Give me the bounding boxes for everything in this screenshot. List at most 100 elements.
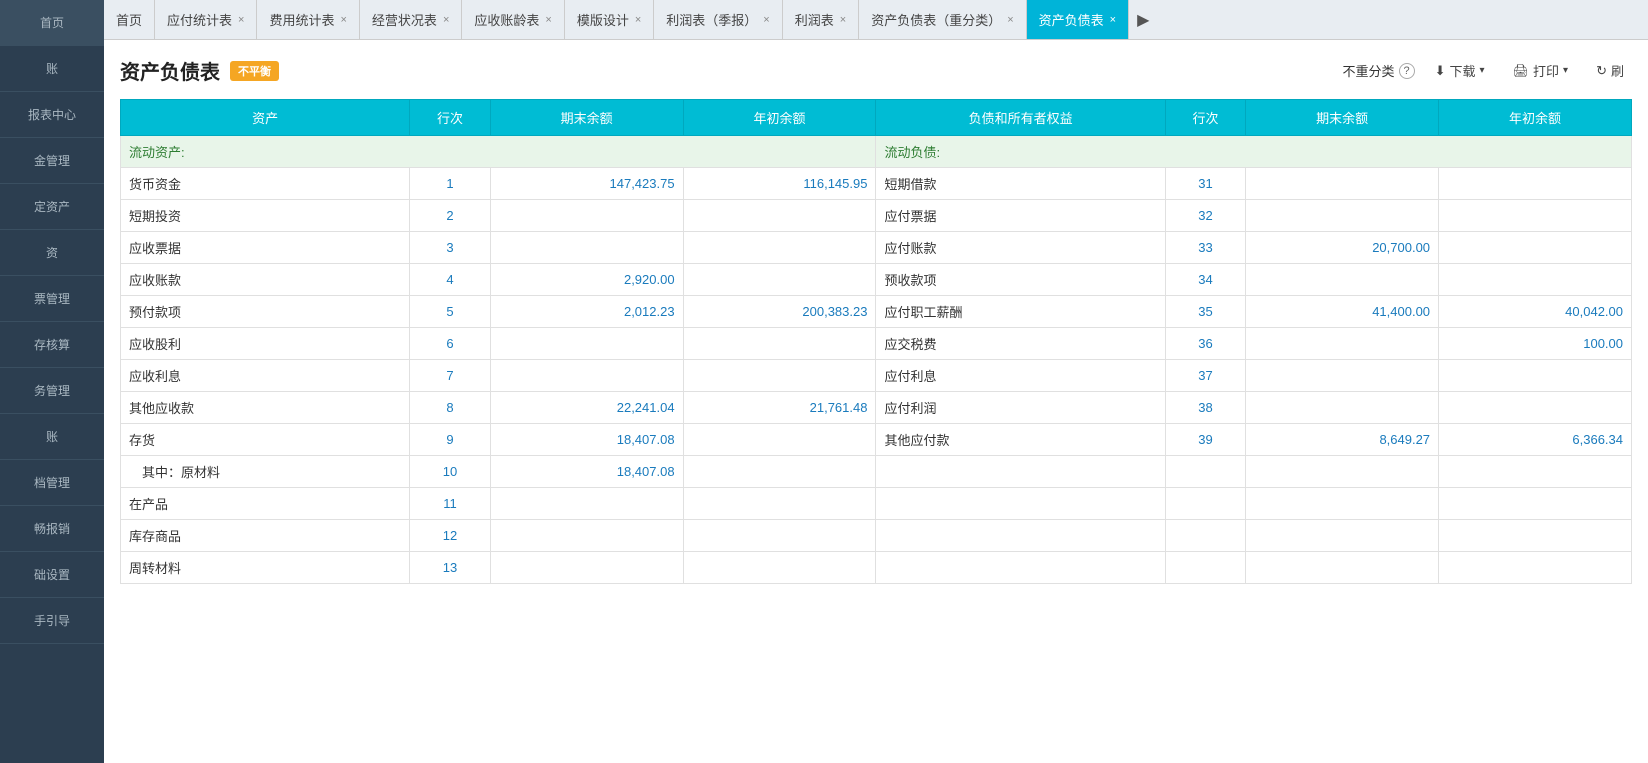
table-row[interactable]: 其他应收款 8 22,241.04 21,761.48 应付利润 38 [121,392,1632,424]
table-row[interactable]: 短期投资 2 应付票据 32 [121,200,1632,232]
download-button[interactable]: ⬇ 下载 ▾ [1427,57,1493,84]
asset-name: 短期投资 [121,200,410,232]
col-year-start: 年初余额 [683,100,876,136]
tab-close-payable-stats[interactable]: × [238,14,244,26]
asset-name: 存货 [121,424,410,456]
asset-period-end: 18,407.08 [490,424,683,456]
liability-name: 应付利息 [876,360,1165,392]
help-icon[interactable]: ? [1399,63,1415,79]
asset-name: 库存商品 [121,520,410,552]
table-row[interactable]: 在产品 11 [121,488,1632,520]
liability-name: 应付利润 [876,392,1165,424]
tab-bar: 首页 应付统计表 × 费用统计表 × 经营状况表 × 应收账龄表 × 模版设计 … [104,0,1648,40]
sidebar-item-home[interactable]: 首页 [0,0,104,46]
asset-year-start: 21,761.48 [683,392,876,424]
liability-name [876,520,1165,552]
table-row[interactable]: 应收利息 7 应付利息 37 [121,360,1632,392]
table-row[interactable]: 库存商品 12 [121,520,1632,552]
tab-operations[interactable]: 经营状况表 × [360,0,462,40]
asset-year-start [683,552,876,584]
liab-year-start [1439,264,1632,296]
sidebar-item-report-center[interactable]: 报表中心 [0,92,104,138]
liab-period-end [1246,520,1439,552]
liability-name [876,456,1165,488]
sidebar-item-file-management[interactable]: 档管理 [0,460,104,506]
sidebar-item-ledger[interactable]: 账 [0,414,104,460]
row-number2: 31 [1165,168,1245,200]
tab-balance-reclassified[interactable]: 资产负债表（重分类） × [859,0,1026,40]
liability-name: 应付职工薪酬 [876,296,1165,328]
sidebar-item-fund-management[interactable]: 金管理 [0,138,104,184]
asset-period-end [490,520,683,552]
asset-period-end [490,200,683,232]
tab-close-expense-stats[interactable]: × [340,14,346,26]
tab-close-profit-quarterly[interactable]: × [763,14,769,26]
tab-close-template-design[interactable]: × [635,14,641,26]
asset-name: 应收账款 [121,264,410,296]
liab-period-end [1246,264,1439,296]
sidebar-item-fixed-assets[interactable]: 定资产 [0,184,104,230]
tab-profit[interactable]: 利润表 × [783,0,859,40]
asset-name: 应收利息 [121,360,410,392]
asset-period-end [490,488,683,520]
table-row[interactable]: 其中：原材料 10 18,407.08 [121,456,1632,488]
col-period-end: 期末余额 [490,100,683,136]
row-number2: 32 [1165,200,1245,232]
tab-close-balance-reclassified[interactable]: × [1007,14,1013,26]
refresh-icon: ↻ [1596,63,1607,79]
tab-close-operations[interactable]: × [443,14,449,26]
table-row[interactable]: 存货 9 18,407.08 其他应付款 39 8,649.27 6,366.3… [121,424,1632,456]
tab-close-receivable-aging[interactable]: × [545,14,551,26]
tab-profit-quarterly[interactable]: 利润表（季报） × [654,0,782,40]
sidebar-item-guide[interactable]: 手引导 [0,598,104,644]
table-row[interactable]: 应收股利 6 应交税费 36 100.00 [121,328,1632,360]
sidebar-item-account[interactable]: 账 [0,46,104,92]
category-asset-label: 流动资产: [121,136,876,168]
print-chevron-icon: ▾ [1563,65,1568,76]
row-number2 [1165,456,1245,488]
asset-name: 其他应收款 [121,392,410,424]
table-row[interactable]: 周转材料 13 [121,552,1632,584]
asset-period-end: 22,241.04 [490,392,683,424]
row-number2: 38 [1165,392,1245,424]
sidebar-item-business-management[interactable]: 务管理 [0,368,104,414]
tab-balance-sheet[interactable]: 资产负债表 × [1027,0,1129,40]
refresh-button[interactable]: ↻ 刷 [1588,57,1632,84]
tab-close-profit[interactable]: × [840,14,846,26]
table-row[interactable]: 应收票据 3 应付账款 33 20,700.00 [121,232,1632,264]
row-number2 [1165,488,1245,520]
liab-year-start: 40,042.00 [1439,296,1632,328]
page-title-area: 资产负债表 不平衡 [120,56,279,85]
sidebar-item-expense-reimbursement[interactable]: 畅报销 [0,506,104,552]
table-row[interactable]: 预付款项 5 2,012.23 200,383.23 应付职工薪酬 35 41,… [121,296,1632,328]
table-row[interactable]: 货币资金 1 147,423.75 116,145.95 短期借款 31 [121,168,1632,200]
liab-period-end: 20,700.00 [1246,232,1439,264]
liab-year-start: 6,366.34 [1439,424,1632,456]
tab-expense-stats[interactable]: 费用统计表 × [257,0,359,40]
table-row[interactable]: 应收账款 4 2,920.00 预收款项 34 [121,264,1632,296]
asset-period-end: 2,920.00 [490,264,683,296]
row-number: 10 [410,456,490,488]
sidebar-item-basic-settings[interactable]: 础设置 [0,552,104,598]
no-reclassify-option: 不重分类 ? [1343,61,1415,80]
sidebar-item-investment[interactable]: 资 [0,230,104,276]
sidebar: 首页 账 报表中心 金管理 定资产 资 票管理 存核算 务管理 账 档管理 畅报… [0,0,104,763]
tab-close-balance-sheet[interactable]: × [1110,14,1116,26]
liab-period-end [1246,552,1439,584]
liab-period-end [1246,200,1439,232]
tab-home[interactable]: 首页 [104,0,155,40]
asset-name: 应收票据 [121,232,410,264]
sidebar-item-inventory-accounting[interactable]: 存核算 [0,322,104,368]
liab-year-start [1439,552,1632,584]
tab-receivable-aging[interactable]: 应收账龄表 × [462,0,564,40]
print-button[interactable]: 🖨 打印 ▾ [1505,57,1577,84]
liab-period-end [1246,360,1439,392]
sidebar-item-ticket-management[interactable]: 票管理 [0,276,104,322]
asset-year-start [683,456,876,488]
row-number: 7 [410,360,490,392]
tab-payable-stats[interactable]: 应付统计表 × [155,0,257,40]
tab-template-design[interactable]: 模版设计 × [565,0,654,40]
row-number: 12 [410,520,490,552]
tab-scroll-right[interactable]: ▶ [1129,10,1157,30]
liab-year-start [1439,456,1632,488]
